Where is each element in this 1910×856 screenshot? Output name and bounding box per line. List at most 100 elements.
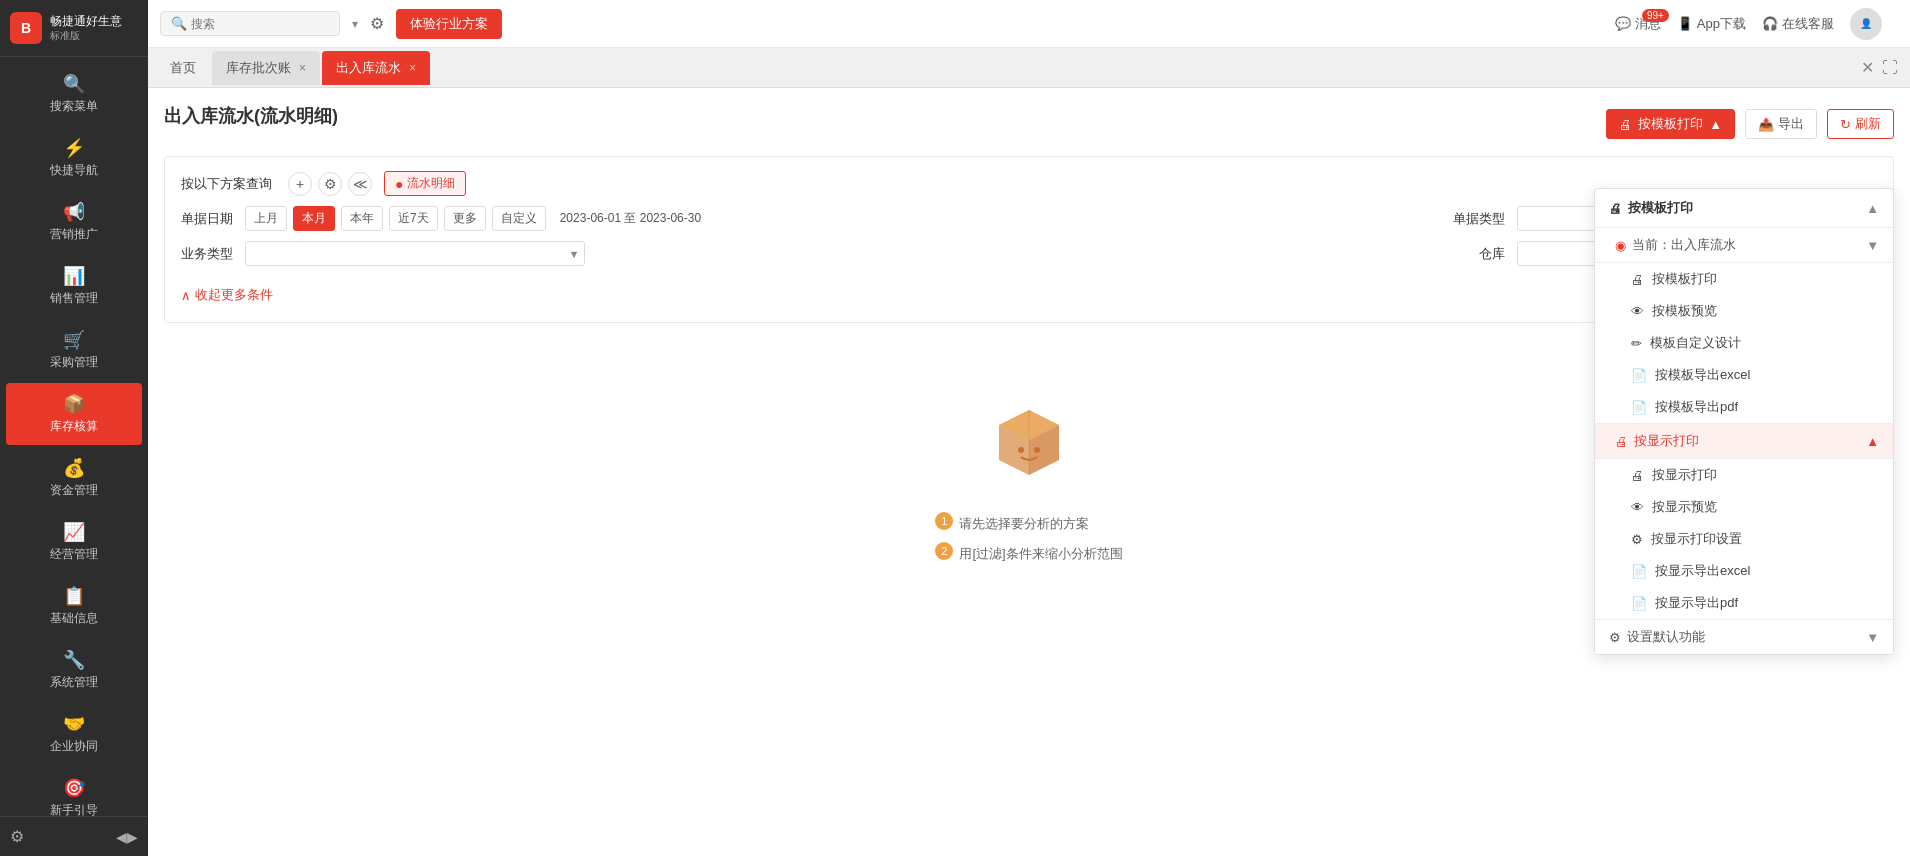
date-this-month[interactable]: 本月 <box>293 206 335 231</box>
sidebar-item-label: 资金管理 <box>50 482 98 499</box>
app-download-button[interactable]: 📱 App下载 <box>1677 15 1746 33</box>
empty-step-2: 2 用[过滤]条件来缩小分析范围 <box>935 541 1122 567</box>
topbar: 🔍 ▾ ⚙ 体验行业方案 💬 消息 99+ 📱 App下载 🎧 在线客服 <box>148 0 1910 48</box>
sidebar-item-label: 新手引导 <box>50 802 98 816</box>
svg-point-6 <box>1034 447 1040 453</box>
date-this-year[interactable]: 本年 <box>341 206 383 231</box>
sidebar-item-search[interactable]: 🔍 搜索菜单 <box>6 63 142 125</box>
sidebar-item-sales[interactable]: 📊 销售管理 <box>6 255 142 317</box>
dropdown-section-display-header[interactable]: 🖨 按显示打印 ▲ <box>1595 424 1893 458</box>
display-section-text: 按显示打印 <box>1634 432 1699 450</box>
message-badge: 99+ <box>1642 9 1669 22</box>
app-name: 畅捷通好生意 <box>50 13 122 30</box>
dropdown-item-template-design[interactable]: ✏ 模板自定义设计 <box>1595 327 1893 359</box>
dropdown-item-template-print[interactable]: 🖨 按模板打印 <box>1595 263 1893 295</box>
filter-tag-water[interactable]: ● 流水明细 <box>384 171 466 196</box>
sidebar-item-label: 搜索菜单 <box>50 98 98 115</box>
export-button[interactable]: 📤 导出 <box>1745 109 1817 139</box>
tab-batch-account-close[interactable]: × <box>299 61 306 75</box>
dropdown-panel: 🖨 按模板打印 ▲ ◉ 当前：出入库流水 ▼ <box>1594 188 1894 655</box>
tab-inout-flow-close[interactable]: × <box>409 61 416 75</box>
empty-state-image <box>979 395 1079 495</box>
dropdown-item-display-print-label: 按显示打印 <box>1652 466 1717 484</box>
sidebar-item-collab[interactable]: 🤝 企业协同 <box>6 703 142 765</box>
date-prev-month[interactable]: 上月 <box>245 206 287 231</box>
sidebar-item-purchase[interactable]: 🛒 采购管理 <box>6 319 142 381</box>
app-tag: 标准版 <box>50 29 122 43</box>
basic-info-icon: 📋 <box>63 585 85 607</box>
dropdown-section-current-header[interactable]: ◉ 当前：出入库流水 ▼ <box>1595 228 1893 262</box>
page-title: 出入库流水(流水明细) <box>164 104 338 128</box>
empty-box-svg <box>979 395 1079 495</box>
dropdown-section-current-title: ◉ 当前：出入库流水 <box>1615 236 1736 254</box>
tab-batch-account-label: 库存批次账 <box>226 59 291 77</box>
export-icon: 📤 <box>1758 117 1774 132</box>
filter-settings-button[interactable]: ⚙ <box>318 172 342 196</box>
tab-home[interactable]: 首页 <box>156 51 210 85</box>
sidebar-item-label: 库存核算 <box>50 418 98 435</box>
tab-inout-flow-label: 出入库流水 <box>336 59 401 77</box>
sidebar-item-quick-nav[interactable]: ⚡ 快捷导航 <box>6 127 142 189</box>
business-type-select[interactable] <box>245 241 585 266</box>
date-7days[interactable]: 近7天 <box>389 206 438 231</box>
tag-label: 流水明细 <box>407 175 455 192</box>
sidebar-item-finance[interactable]: 💰 资金管理 <box>6 447 142 509</box>
refresh-button[interactable]: ↻ 刷新 <box>1827 109 1894 139</box>
sidebar-collapse-btn[interactable]: ◀▶ <box>116 829 138 845</box>
sidebar-item-system[interactable]: 🔧 系统管理 <box>6 639 142 701</box>
sidebar-item-label: 采购管理 <box>50 354 98 371</box>
sidebar-item-inventory[interactable]: 📦 库存核算 <box>6 383 142 445</box>
step-1-num: 1 <box>935 512 953 530</box>
dropdown-footer-title: ⚙ 设置默认功能 <box>1609 628 1705 646</box>
dropdown-section1-arrow: ▼ <box>1866 238 1879 253</box>
topbar-search-input[interactable] <box>191 17 311 31</box>
sidebar: B 畅捷通好生意 标准版 🔍 搜索菜单 ⚡ 快捷导航 📢 营销推广 📊 <box>0 0 148 856</box>
page-content: 出入库流水(流水明细) 🖨 按模板打印 ▲ 📤 导出 ↻ 刷新 <box>148 88 1910 856</box>
sidebar-item-guide[interactable]: 🎯 新手引导 <box>6 767 142 816</box>
dropdown-item-display-settings[interactable]: ⚙ 按显示打印设置 <box>1595 523 1893 555</box>
dropdown-item-display-pdf[interactable]: 📄 按显示导出pdf <box>1595 587 1893 619</box>
filter-collapse-button[interactable]: ≪ <box>348 172 372 196</box>
tab-batch-account[interactable]: 库存批次账 × <box>212 51 320 85</box>
dropdown-item-template-excel[interactable]: 📄 按模板导出excel <box>1595 359 1893 391</box>
dropdown-item-display-print[interactable]: 🖨 按显示打印 <box>1595 459 1893 491</box>
display-print-icon: 🖨 <box>1615 434 1628 449</box>
step-2-text: 用[过滤]条件来缩小分析范围 <box>959 541 1122 567</box>
dropdown-header[interactable]: 🖨 按模板打印 ▲ <box>1595 189 1893 228</box>
business-type-select-wrap: ▾ <box>245 241 585 266</box>
template-print-button[interactable]: 🖨 按模板打印 ▲ <box>1606 109 1735 139</box>
filter-add-button[interactable]: + <box>288 172 312 196</box>
tab-inout-flow[interactable]: 出入库流水 × <box>322 51 430 85</box>
message-button[interactable]: 💬 消息 99+ <box>1615 15 1661 33</box>
solution-button[interactable]: 体验行业方案 <box>396 9 502 39</box>
dropdown-item-template-pdf[interactable]: 📄 按模板导出pdf <box>1595 391 1893 423</box>
topbar-chevron-icon[interactable]: ▾ <box>352 17 358 31</box>
topbar-settings-icon[interactable]: ⚙ <box>370 14 384 33</box>
dropdown-item-display-excel[interactable]: 📄 按显示导出excel <box>1595 555 1893 587</box>
tab-maximize-icon[interactable]: ⛶ <box>1882 59 1898 77</box>
online-service-button[interactable]: 🎧 在线客服 <box>1762 15 1834 33</box>
current-template-icon: ◉ <box>1615 238 1626 253</box>
online-service-icon: 🎧 <box>1762 16 1778 31</box>
sidebar-item-basic-info[interactable]: 📋 基础信息 <box>6 575 142 637</box>
date-custom[interactable]: 自定义 <box>492 206 546 231</box>
template-print-arrow: ▲ <box>1709 117 1722 132</box>
sidebar-item-operation[interactable]: 📈 经营管理 <box>6 511 142 573</box>
filter-actions: + ⚙ ≪ <box>288 172 372 196</box>
collab-icon: 🤝 <box>63 713 85 735</box>
sidebar-settings-btn[interactable]: ⚙ <box>10 827 24 846</box>
collapse-label: 收起更多条件 <box>195 286 273 304</box>
app-download-label: App下载 <box>1697 15 1746 33</box>
voucher-type-label: 单据类型 <box>1453 210 1505 228</box>
tab-close-all-icon[interactable]: ✕ <box>1861 58 1874 77</box>
dropdown-footer[interactable]: ⚙ 设置默认功能 ▼ <box>1595 620 1893 654</box>
sidebar-item-label: 经营管理 <box>50 546 98 563</box>
dropdown-item-template-preview[interactable]: 👁 按模板预览 <box>1595 295 1893 327</box>
sidebar-logo: B 畅捷通好生意 标准版 <box>0 0 148 57</box>
collapse-button[interactable]: ∧ 收起更多条件 <box>181 282 273 308</box>
date-more[interactable]: 更多 <box>444 206 486 231</box>
quick-nav-icon: ⚡ <box>63 137 85 159</box>
user-avatar[interactable]: 👤 <box>1850 8 1882 40</box>
sidebar-item-marketing[interactable]: 📢 营销推广 <box>6 191 142 253</box>
dropdown-item-display-preview[interactable]: 👁 按显示预览 <box>1595 491 1893 523</box>
